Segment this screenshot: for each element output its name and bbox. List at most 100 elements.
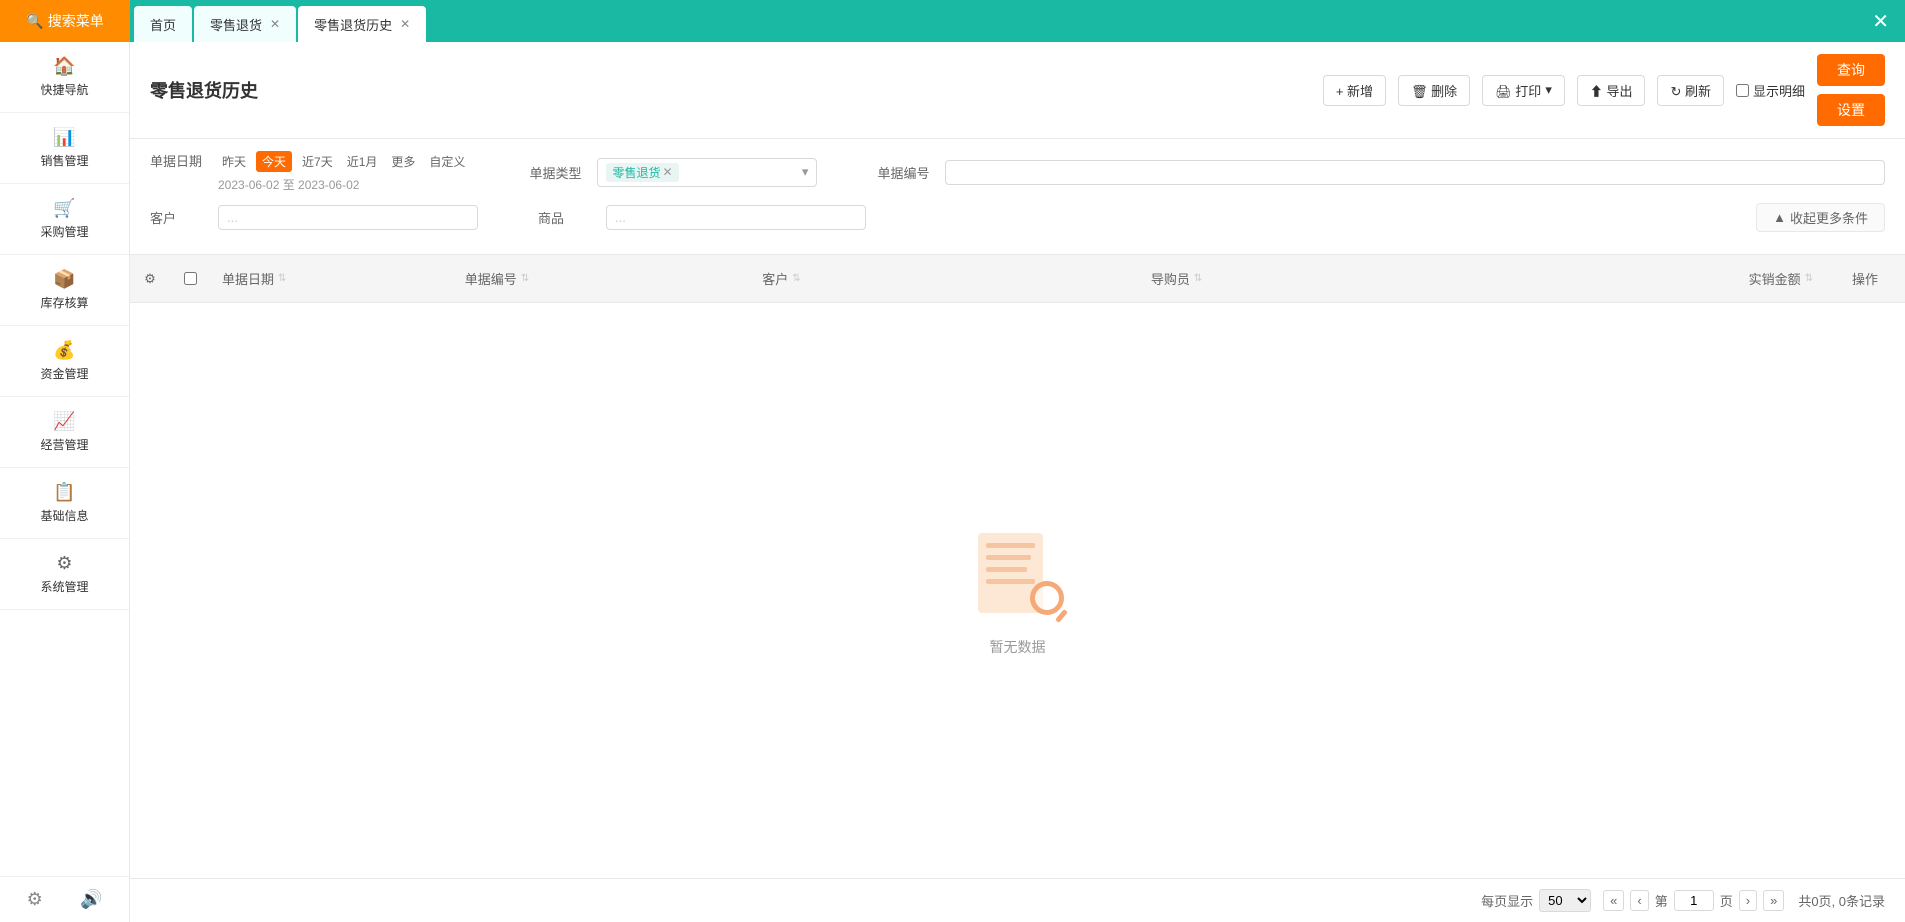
tab-retail-return-history-close[interactable]: ✕ xyxy=(400,17,410,31)
th-no-sort: ⇅ xyxy=(521,273,529,284)
per-page-label: 每页显示 xyxy=(1481,891,1533,910)
purchase-icon: 🛒 xyxy=(53,198,75,219)
th-no-label: 单据编号 xyxy=(465,269,517,288)
bill-type-tag-close[interactable]: ✕ xyxy=(662,165,672,179)
total-label: 共0页, 0条记录 xyxy=(1798,891,1885,910)
window-close-btn[interactable]: ✕ xyxy=(1872,9,1889,34)
sidebar-item-sales-label: 销售管理 xyxy=(40,152,88,169)
page-first-btn[interactable]: « xyxy=(1603,890,1624,911)
print-chevron-icon: ▾ xyxy=(1545,82,1552,98)
th-date-sort: ⇅ xyxy=(278,273,286,284)
page-input[interactable] xyxy=(1674,890,1714,911)
page-nav: « ‹ 第 页 › » 共0页, 0条记录 xyxy=(1603,890,1885,911)
sidebar-item-quick-nav[interactable]: 🏠 快捷导航 xyxy=(0,42,129,113)
tab-retail-return-history[interactable]: 零售退货历史 ✕ xyxy=(298,6,426,42)
sidebar-item-finance[interactable]: 💰 资金管理 xyxy=(0,326,129,397)
date-custom[interactable]: 自定义 xyxy=(425,151,469,172)
refresh-btn[interactable]: ↻ 刷新 xyxy=(1657,75,1724,106)
finance-icon: 💰 xyxy=(53,340,75,361)
th-no[interactable]: 单据编号 ⇅ xyxy=(453,263,750,294)
sound-icon[interactable]: 🔊 xyxy=(80,889,102,910)
date-1month[interactable]: 近1月 xyxy=(343,151,382,172)
th-action-label: 操作 xyxy=(1852,269,1878,288)
system-icon: ⚙ xyxy=(56,553,72,574)
th-guide[interactable]: 导购员 ⇅ xyxy=(1139,263,1436,294)
page-next-btn[interactable]: › xyxy=(1739,890,1757,911)
tab-home-label: 首页 xyxy=(150,15,176,34)
th-customer[interactable]: 客户 ⇅ xyxy=(750,263,1139,294)
collapse-up-icon: ▲ xyxy=(1773,210,1786,225)
new-btn[interactable]: + 新增 xyxy=(1323,75,1386,106)
date-7days[interactable]: 近7天 xyxy=(298,151,337,172)
tab-retail-return[interactable]: 零售退货 ✕ xyxy=(194,6,296,42)
display-toggle[interactable]: 显示明细 xyxy=(1736,81,1805,100)
sidebar-item-inventory-label: 库存核算 xyxy=(40,294,88,311)
date-today[interactable]: 今天 xyxy=(256,151,292,172)
th-date-label: 单据日期 xyxy=(222,269,274,288)
th-checkbox[interactable] xyxy=(170,266,210,291)
th-amount[interactable]: 实销金额 ⇅ xyxy=(1619,263,1825,294)
sidebar-item-inventory[interactable]: 📦 库存核算 xyxy=(0,255,129,326)
sidebar-item-quick-nav-label: 快捷导航 xyxy=(40,81,88,98)
query-btn[interactable]: 查询 xyxy=(1817,54,1885,86)
date-more[interactable]: 更多 xyxy=(387,151,419,172)
sidebar-item-basic-info[interactable]: 📋 基础信息 xyxy=(0,468,129,539)
customer-select[interactable]: ... xyxy=(218,205,478,230)
settings-col-icon: ⚙ xyxy=(144,271,156,287)
delete-btn[interactable]: 🗑 删除 xyxy=(1398,75,1470,106)
page-prev-btn[interactable]: ‹ xyxy=(1630,890,1648,911)
tab-home[interactable]: 首页 xyxy=(134,6,192,42)
date-range-display: 2023-06-02 至 2023-06-02 xyxy=(218,176,469,193)
collapse-btn[interactable]: ▲ 收起更多条件 xyxy=(1756,203,1885,232)
sidebar-item-sales-mgmt[interactable]: 📊 销售管理 xyxy=(0,113,129,184)
refresh-btn-label: ↻ 刷新 xyxy=(1670,81,1711,100)
sidebar-item-system-label: 系统管理 xyxy=(40,578,88,595)
sidebar-item-basic-info-label: 基础信息 xyxy=(40,507,88,524)
per-page-select[interactable]: 50 10 20 100 xyxy=(1539,889,1591,912)
display-toggle-checkbox[interactable] xyxy=(1736,84,1749,97)
tab-retail-return-history-label: 零售退货历史 xyxy=(314,15,392,34)
th-amount-sort: ⇅ xyxy=(1805,273,1813,284)
sidebar: 🏠 快捷导航 📊 销售管理 🛒 采购管理 📦 库存核算 💰 资金管理 📈 经营管… xyxy=(0,42,130,922)
th-amount-label: 实销金额 xyxy=(1749,269,1801,288)
tab-retail-return-close[interactable]: ✕ xyxy=(270,17,280,31)
th-guide-label: 导购员 xyxy=(1151,269,1190,288)
bill-no-input[interactable] xyxy=(945,160,1885,185)
print-btn[interactable]: 🖨 打印 ▾ xyxy=(1482,75,1565,106)
pagination-bar: 每页显示 50 10 20 100 « ‹ 第 页 › » 共0页, 0条记录 xyxy=(130,878,1905,922)
empty-area: 暂无数据 xyxy=(130,303,1905,878)
page-suffix-label: 页 xyxy=(1720,891,1733,910)
th-action: 操作 xyxy=(1825,263,1905,294)
select-all-checkbox[interactable] xyxy=(184,272,197,285)
th-settings[interactable]: ⚙ xyxy=(130,265,170,293)
th-guide-sort: ⇅ xyxy=(1194,273,1202,284)
table-header: ⚙ 单据日期 ⇅ 单据编号 ⇅ 客户 ⇅ 导购员 xyxy=(130,255,1905,303)
bill-type-chevron: ▾ xyxy=(802,164,809,180)
new-btn-label: + 新增 xyxy=(1336,81,1373,100)
toolbar: + 新增 🗑 删除 🖨 打印 ▾ ⬆ 导出 ↻ 刷新 显示明细 xyxy=(1323,54,1885,126)
search-menu-label: 搜索菜单 xyxy=(48,11,104,31)
export-btn-label: ⬆ 导出 xyxy=(1590,81,1633,100)
bill-type-label: 单据类型 xyxy=(529,163,589,182)
empty-text: 暂无数据 xyxy=(990,637,1046,657)
th-customer-sort: ⇅ xyxy=(792,273,800,284)
settings-btn[interactable]: 设置 xyxy=(1817,94,1885,126)
export-btn[interactable]: ⬆ 导出 xyxy=(1577,75,1646,106)
sidebar-item-purchase-mgmt[interactable]: 🛒 采购管理 xyxy=(0,184,129,255)
bill-type-value: 零售退货 xyxy=(612,164,660,181)
settings-icon[interactable]: ⚙ xyxy=(27,889,43,910)
sidebar-bottom: ⚙ 🔊 xyxy=(0,876,129,922)
date-yesterday[interactable]: 昨天 xyxy=(218,151,250,172)
sidebar-item-operation[interactable]: 📈 经营管理 xyxy=(0,397,129,468)
search-menu-btn[interactable]: 🔍 搜索菜单 xyxy=(0,0,130,42)
table-area: ⚙ 单据日期 ⇅ 单据编号 ⇅ 客户 ⇅ 导购员 xyxy=(130,255,1905,878)
page-header: 零售退货历史 + 新增 🗑 删除 🖨 打印 ▾ ⬆ 导出 ↻ 刷新 xyxy=(130,42,1905,139)
bill-type-select[interactable]: 零售退货 ✕ ▾ xyxy=(597,158,817,187)
page-last-btn[interactable]: » xyxy=(1763,890,1784,911)
bill-type-tag: 零售退货 ✕ xyxy=(606,163,678,182)
sidebar-item-purchase-label: 采购管理 xyxy=(40,223,88,240)
sidebar-item-finance-label: 资金管理 xyxy=(40,365,88,382)
goods-select[interactable]: ... xyxy=(606,205,866,230)
th-date[interactable]: 单据日期 ⇅ xyxy=(210,263,453,294)
sidebar-item-system-mgmt[interactable]: ⚙ 系统管理 xyxy=(0,539,129,610)
